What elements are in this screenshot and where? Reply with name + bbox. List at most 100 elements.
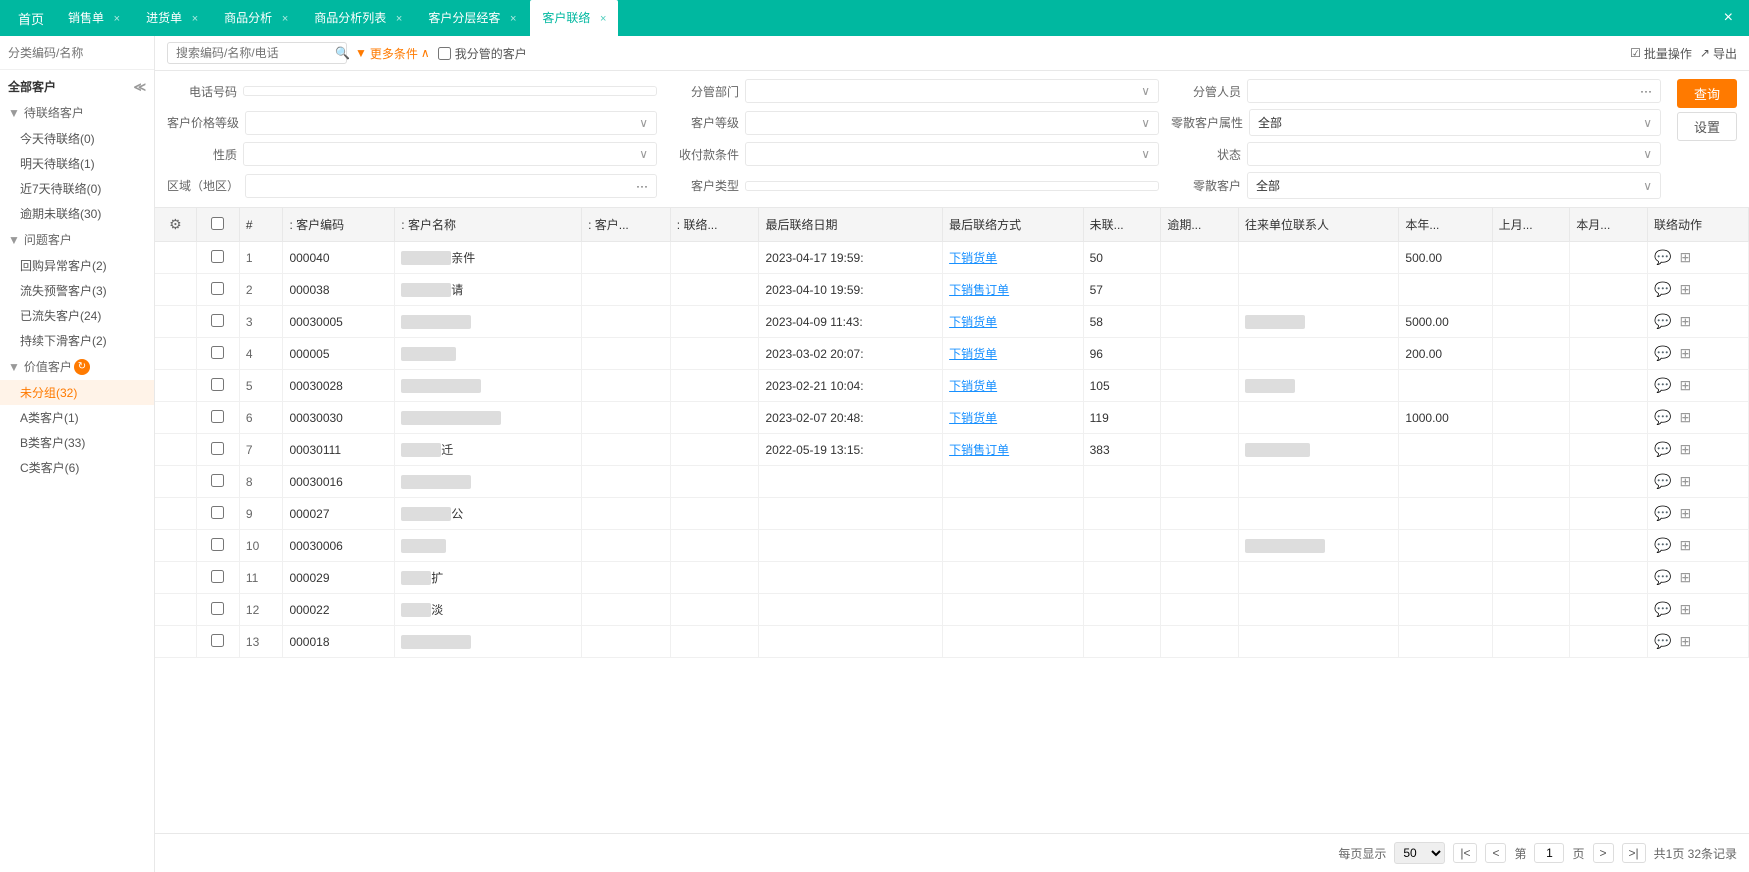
- grid-icon[interactable]: ⊞: [1679, 313, 1691, 330]
- close-icon[interactable]: ×: [114, 13, 120, 25]
- sidebar-item-7days[interactable]: 近7天待联络(0): [0, 176, 154, 201]
- manager-select[interactable]: ···: [1247, 79, 1661, 103]
- row-checkbox[interactable]: [211, 346, 224, 359]
- dept-select[interactable]: ∨: [745, 79, 1159, 103]
- nav-tab-customer-contact[interactable]: 客户联络 ×: [530, 0, 618, 36]
- contact-method-link[interactable]: 下销售订单: [949, 443, 1009, 457]
- row-checkbox[interactable]: [211, 314, 224, 327]
- chat-icon[interactable]: 💬: [1654, 281, 1671, 298]
- chat-icon[interactable]: 💬: [1654, 505, 1671, 522]
- search-icon[interactable]: 🔍: [335, 46, 350, 60]
- main-search-input[interactable]: [176, 46, 331, 60]
- grid-icon[interactable]: ⊞: [1679, 601, 1691, 618]
- settings-icon[interactable]: ⚙: [169, 216, 182, 232]
- phone-input[interactable]: [243, 86, 657, 96]
- contact-method-link[interactable]: 下销货单: [949, 315, 997, 329]
- close-icon[interactable]: ×: [396, 13, 402, 25]
- chat-icon[interactable]: 💬: [1654, 249, 1671, 266]
- close-icon[interactable]: ×: [600, 13, 606, 25]
- sidebar-item-ungroup[interactable]: 未分组(32): [0, 380, 154, 405]
- sidebar-item-class-b[interactable]: B类客户(33): [0, 430, 154, 455]
- nav-tab-product-list[interactable]: 商品分析列表 ×: [302, 0, 414, 36]
- window-close-button[interactable]: ×: [1716, 9, 1741, 27]
- grid-icon[interactable]: ⊞: [1679, 537, 1691, 554]
- page-size-select[interactable]: 50 100: [1394, 842, 1445, 864]
- sidebar-item-abnormal[interactable]: 回购异常客户(2): [0, 253, 154, 278]
- contact-method-link[interactable]: 下销售订单: [949, 283, 1009, 297]
- grid-icon[interactable]: ⊞: [1679, 633, 1691, 650]
- sidebar-item-tomorrow[interactable]: 明天待联络(1): [0, 151, 154, 176]
- more-filters-btn[interactable]: ▼ 更多条件 ∧: [355, 45, 430, 62]
- all-customers-header[interactable]: 全部客户 ≪: [0, 70, 154, 99]
- contact-method-link[interactable]: 下销货单: [949, 411, 997, 425]
- customer-level-select[interactable]: ∨: [745, 111, 1159, 135]
- region-select[interactable]: ···: [245, 174, 657, 198]
- row-checkbox[interactable]: [211, 250, 224, 263]
- chat-icon[interactable]: 💬: [1654, 345, 1671, 362]
- refresh-icon[interactable]: ↻: [74, 359, 90, 375]
- sidebar-item-churned[interactable]: 已流失客户(24): [0, 303, 154, 328]
- chat-icon[interactable]: 💬: [1654, 633, 1671, 650]
- page-number-input[interactable]: [1534, 843, 1564, 863]
- nav-home[interactable]: 首页: [8, 9, 54, 28]
- sidebar-item-class-c[interactable]: C类客户(6): [0, 455, 154, 480]
- retail-customer-select[interactable]: 全部 ∨: [1247, 172, 1661, 199]
- grid-icon[interactable]: ⊞: [1679, 505, 1691, 522]
- reset-button[interactable]: 设置: [1677, 112, 1737, 141]
- nav-tab-sales[interactable]: 销售单 ×: [56, 0, 132, 36]
- grid-icon[interactable]: ⊞: [1679, 441, 1691, 458]
- sidebar-search-input[interactable]: [8, 46, 155, 60]
- chat-icon[interactable]: 💬: [1654, 377, 1671, 394]
- nav-tab-product-analysis[interactable]: 商品分析 ×: [212, 0, 300, 36]
- pending-contact-group[interactable]: ▼ 待联络客户: [0, 99, 154, 126]
- sidebar-item-churn-warning[interactable]: 流失预警客户(3): [0, 278, 154, 303]
- row-checkbox[interactable]: [211, 538, 224, 551]
- sidebar-item-overdue[interactable]: 逾期未联络(30): [0, 201, 154, 226]
- chat-icon[interactable]: 💬: [1654, 537, 1671, 554]
- last-page-btn[interactable]: >|: [1622, 843, 1646, 863]
- row-checkbox[interactable]: [211, 442, 224, 455]
- value-customers-group[interactable]: ▼ 价值客户 ↻: [0, 353, 154, 380]
- contact-method-link[interactable]: 下销货单: [949, 251, 997, 265]
- my-customers-checkbox[interactable]: [438, 47, 451, 60]
- retail-attr-select[interactable]: 全部 ∨: [1249, 109, 1661, 136]
- sidebar-item-today[interactable]: 今天待联络(0): [0, 126, 154, 151]
- chat-icon[interactable]: 💬: [1654, 409, 1671, 426]
- row-checkbox[interactable]: [211, 474, 224, 487]
- close-icon[interactable]: ×: [282, 13, 288, 25]
- status-select[interactable]: ∨: [1247, 142, 1661, 166]
- row-checkbox[interactable]: [211, 570, 224, 583]
- select-all-checkbox[interactable]: [211, 217, 224, 230]
- chat-icon[interactable]: 💬: [1654, 441, 1671, 458]
- grid-icon[interactable]: ⊞: [1679, 473, 1691, 490]
- chat-icon[interactable]: 💬: [1654, 601, 1671, 618]
- sidebar-item-class-a[interactable]: A类客户(1): [0, 405, 154, 430]
- grid-icon[interactable]: ⊞: [1679, 377, 1691, 394]
- close-icon[interactable]: ×: [192, 13, 198, 25]
- first-page-btn[interactable]: |<: [1453, 843, 1477, 863]
- row-checkbox[interactable]: [211, 602, 224, 615]
- chat-icon[interactable]: 💬: [1654, 473, 1671, 490]
- payment-select[interactable]: ∨: [745, 142, 1159, 166]
- sidebar-item-declining[interactable]: 持续下滑客户(2): [0, 328, 154, 353]
- my-customers-checkbox-label[interactable]: 我分管的客户: [438, 45, 527, 62]
- chat-icon[interactable]: 💬: [1654, 313, 1671, 330]
- grid-icon[interactable]: ⊞: [1679, 249, 1691, 266]
- nav-tab-purchase[interactable]: 进货单 ×: [134, 0, 210, 36]
- batch-ops-btn[interactable]: ☑ 批量操作: [1630, 45, 1692, 62]
- row-checkbox[interactable]: [211, 634, 224, 647]
- grid-icon[interactable]: ⊞: [1679, 345, 1691, 362]
- export-btn[interactable]: ↗ 导出: [1700, 45, 1737, 62]
- row-checkbox[interactable]: [211, 282, 224, 295]
- close-icon[interactable]: ×: [510, 13, 516, 25]
- customer-type-input[interactable]: [745, 181, 1159, 191]
- nature-select[interactable]: ∨: [243, 142, 657, 166]
- nav-tab-customer-tier[interactable]: 客户分层经客 ×: [416, 0, 528, 36]
- price-level-select[interactable]: ∨: [245, 111, 657, 135]
- problem-customers-group[interactable]: ▼ 问题客户: [0, 226, 154, 253]
- row-checkbox[interactable]: [211, 410, 224, 423]
- contact-method-link[interactable]: 下销货单: [949, 347, 997, 361]
- contact-method-link[interactable]: 下销货单: [949, 379, 997, 393]
- prev-page-btn[interactable]: <: [1485, 843, 1506, 863]
- chat-icon[interactable]: 💬: [1654, 569, 1671, 586]
